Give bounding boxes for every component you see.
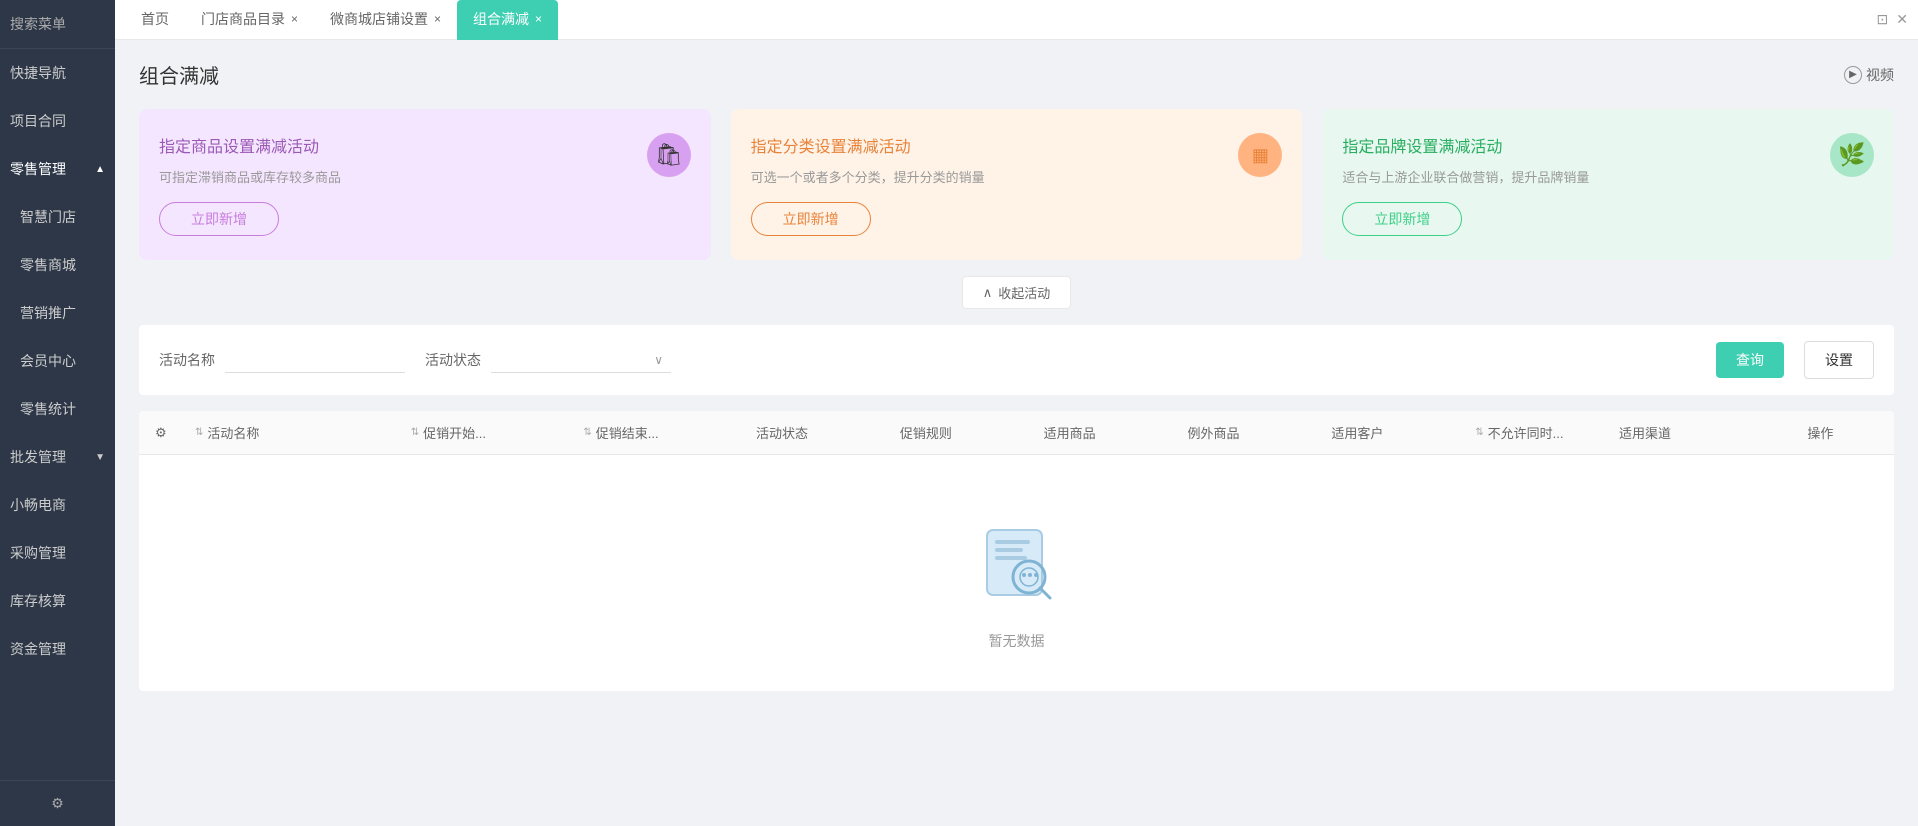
sidebar-item-finance-mgmt[interactable]: 资金管理 [0,625,115,673]
tab-bar: 首页 门店商品目录 × 微商城店铺设置 × 组合满减 × ⊡ ✕ [115,0,1918,40]
activity-name-label: 活动名称 [159,350,215,370]
th-no-duplicate[interactable]: ⇅ 不允许同时... [1475,423,1619,442]
th-promo-rule: 促销规则 [900,423,1044,442]
card-product-title: 指定商品设置满减活动 [159,133,691,157]
sidebar-item-retail-stats[interactable]: 零售统计 [0,385,115,433]
card-category-desc: 可选一个或者多个分类，提升分类的销量 [751,167,1283,186]
sidebar-item-retail-mgmt[interactable]: 零售管理 ▲ [0,145,115,193]
activity-status-label: 活动状态 [425,350,481,370]
page-content: 组合满减 ▶ 视频 🛍 指定商品设置满减活动 可指定滞销商品或库存较多商品 立即… [115,40,1918,826]
activity-status-field: 活动状态 进行中 已停止 未开始 ∨ [425,348,671,373]
sort-icon: ⇅ [411,427,419,438]
tab-store-catalog[interactable]: 门店商品目录 × [185,0,314,40]
sidebar-settings-button[interactable]: ⚙ [0,780,115,826]
search-bar: 活动名称 活动状态 进行中 已停止 未开始 ∨ 查询 设置 [139,325,1894,395]
th-excluded-goods: 例外商品 [1188,423,1332,442]
sort-icon: ⇅ [195,427,203,438]
empty-text: 暂无数据 [989,631,1045,651]
th-activity-status: 活动状态 [756,423,900,442]
sidebar-item-inventory-calc[interactable]: 库存核算 [0,577,115,625]
sidebar-item-quick-nav[interactable]: 快捷导航 [0,49,115,97]
th-applicable-goods: 适用商品 [1044,423,1188,442]
th-applicable-customer: 适用客户 [1331,423,1475,442]
card-product-desc: 可指定滞销商品或库存较多商品 [159,167,691,186]
activity-status-select[interactable]: 进行中 已停止 未开始 [491,348,671,373]
activity-cards: 🛍 指定商品设置满减活动 可指定滞销商品或库存较多商品 立即新增 ▦ 指定分类设… [139,109,1894,260]
card-brand-desc: 适合与上游企业联合做营销，提升品牌销量 [1342,167,1874,186]
sort-icon: ⇅ [1475,427,1483,438]
collapse-bar: ∧ 收起活动 [139,276,1894,309]
sidebar-item-retail-mall[interactable]: 零售商城 [0,241,115,289]
main-area: 首页 门店商品目录 × 微商城店铺设置 × 组合满减 × ⊡ ✕ 组合满减 ▶ … [115,0,1918,826]
sidebar-item-smart-store[interactable]: 智慧门店 [0,193,115,241]
th-applicable-channel: 适用渠道 [1619,423,1763,442]
sidebar-item-purchase-mgmt[interactable]: 采购管理 [0,529,115,577]
table-header: ⚙ ⇅ 活动名称 ⇅ 促销开始... ⇅ 促销结束... 活动状态 [139,411,1894,455]
card-product-discount: 🛍 指定商品设置满减活动 可指定滞销商品或库存较多商品 立即新增 [139,109,711,260]
sidebar-item-project-contract[interactable]: 项目合同 [0,97,115,145]
card-product-icon: 🛍 [647,133,691,177]
sidebar-item-member-center[interactable]: 会员中心 [0,337,115,385]
sidebar-item-marketing[interactable]: 营销推广 [0,289,115,337]
table-container: ⚙ ⇅ 活动名称 ⇅ 促销开始... ⇅ 促销结束... 活动状态 [139,411,1894,691]
card-category-title: 指定分类设置满减活动 [751,133,1283,157]
th-action: 操作 [1763,423,1878,442]
sidebar-search[interactable]: 搜索菜单 [0,0,115,49]
chevron-up-icon: ∧ [983,285,993,301]
card-brand-discount: 🌿 指定品牌设置满减活动 适合与上游企业联合做营销，提升品牌销量 立即新增 [1322,109,1894,260]
empty-state-icon [967,515,1067,615]
tab-home[interactable]: 首页 [125,0,185,40]
sidebar-item-xiaochang-ecom[interactable]: 小畅电商 [0,481,115,529]
th-activity-name[interactable]: ⇅ 活动名称 [195,423,411,442]
window-controls: ⊡ ✕ [1877,11,1908,28]
activity-status-select-wrapper: 进行中 已停止 未开始 ∨ [491,348,671,373]
play-icon: ▶ [1844,66,1862,84]
video-link[interactable]: ▶ 视频 [1844,65,1894,85]
chevron-down-icon: ▼ [95,452,105,463]
tab-wechat-store-settings[interactable]: 微商城店铺设置 × [314,0,457,40]
card-category-add-button[interactable]: 立即新增 [751,202,871,236]
page-header: 组合满减 ▶ 视频 [139,60,1894,89]
card-category-discount: ▦ 指定分类设置满减活动 可选一个或者多个分类，提升分类的销量 立即新增 [731,109,1303,260]
sort-icon: ⇅ [583,427,591,438]
tab-combo-discount[interactable]: 组合满减 × [457,0,558,40]
query-button[interactable]: 查询 [1716,342,1784,378]
th-promo-end[interactable]: ⇅ 促销结束... [583,423,756,442]
maximize-icon[interactable]: ⊡ [1877,11,1889,28]
collapse-button[interactable]: ∧ 收起活动 [962,276,1072,309]
settings-button[interactable]: 设置 [1804,341,1874,379]
card-brand-title: 指定品牌设置满减活动 [1342,133,1874,157]
gear-icon: ⚙ [51,795,64,812]
card-product-add-button[interactable]: 立即新增 [159,202,279,236]
sidebar-item-wholesale-mgmt[interactable]: 批发管理 ▼ [0,433,115,481]
close-tab-wechat-store-settings[interactable]: × [434,12,441,26]
page-title: 组合满减 [139,60,219,89]
close-icon[interactable]: ✕ [1896,11,1908,28]
chevron-up-icon: ▲ [95,164,105,175]
activity-name-input[interactable] [225,348,405,373]
th-promo-start[interactable]: ⇅ 促销开始... [411,423,584,442]
gear-icon: ⚙ [155,425,167,441]
card-brand-icon: 🌿 [1830,133,1874,177]
close-tab-combo-discount[interactable]: × [535,12,542,26]
close-tab-store-catalog[interactable]: × [291,12,298,26]
card-brand-add-button[interactable]: 立即新增 [1342,202,1462,236]
th-gear[interactable]: ⚙ [155,425,195,441]
sidebar: 搜索菜单 快捷导航 项目合同 零售管理 ▲ 智慧门店 零售商城 营销推广 会员中… [0,0,115,826]
activity-name-field: 活动名称 [159,348,405,373]
empty-state: 暂无数据 [139,455,1894,691]
